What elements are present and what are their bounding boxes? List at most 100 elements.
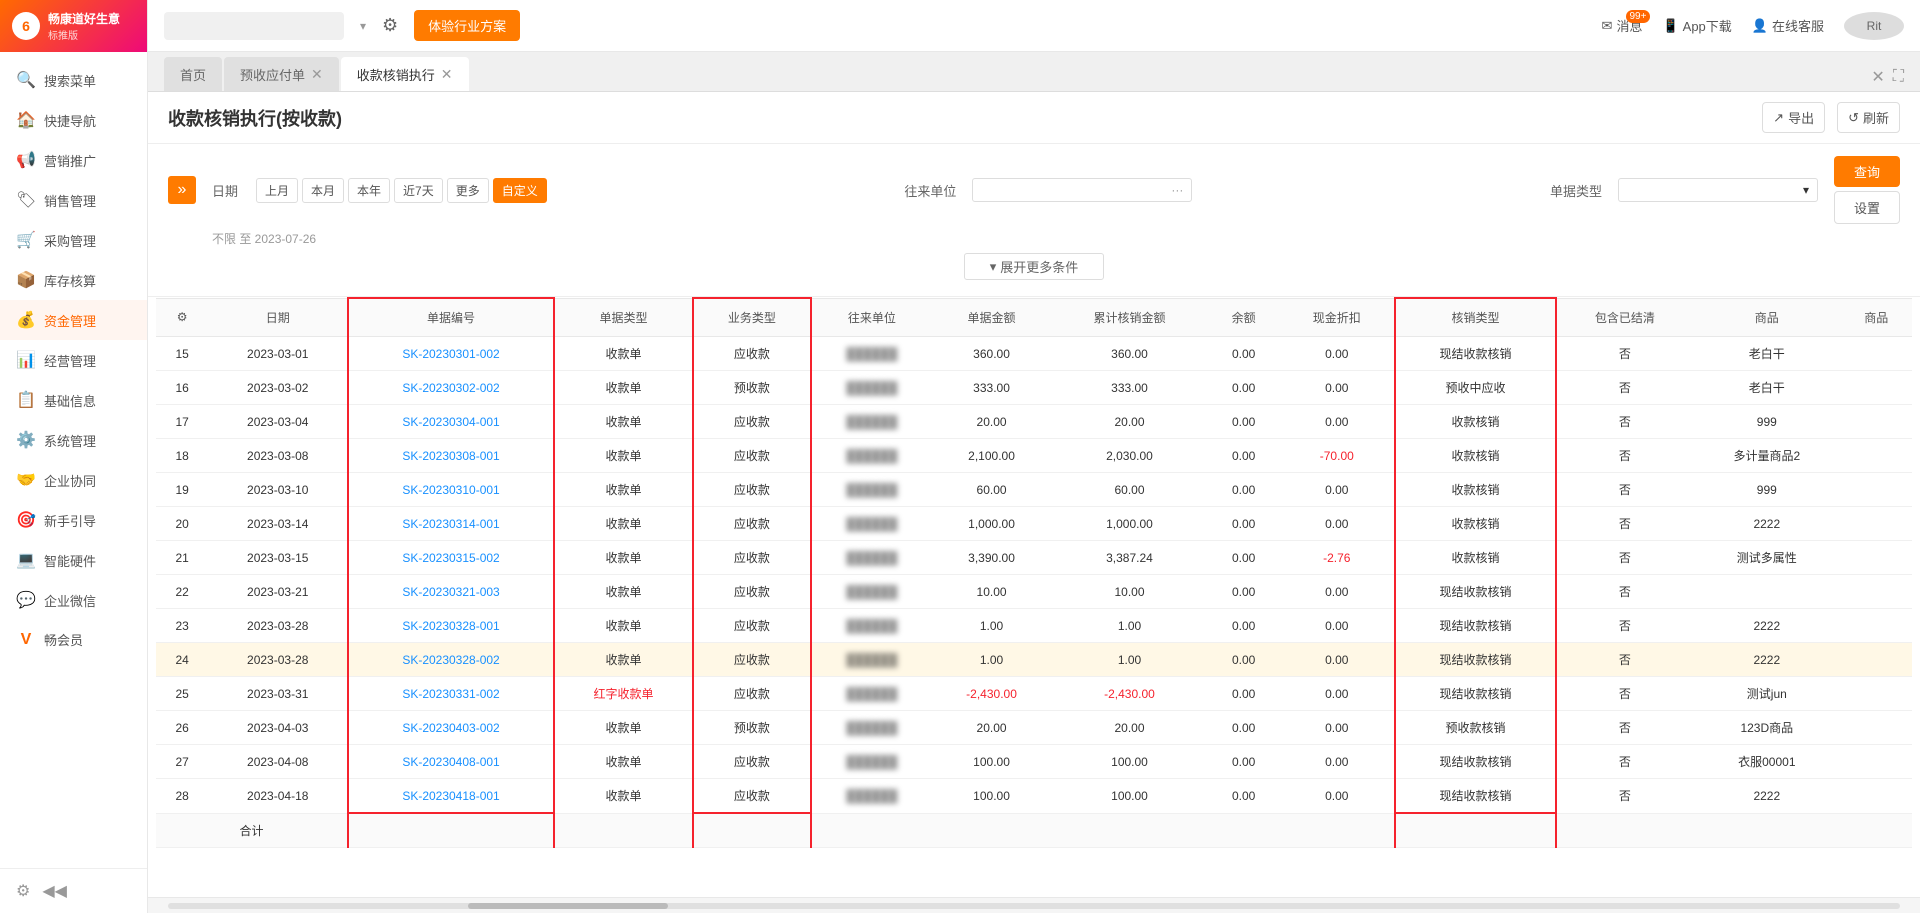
online-service-button[interactable]: 👤 在线客服 <box>1752 16 1824 35</box>
tab-verify[interactable]: 收款核销执行 ✕ <box>341 57 469 91</box>
cell-doc-no[interactable]: SK-20230403-002 <box>348 711 554 745</box>
filter-settings-button[interactable]: 设置 <box>1834 191 1900 224</box>
cell-partner: ██████ <box>811 609 932 643</box>
col-header-settings[interactable]: ⚙ <box>156 298 208 337</box>
refresh-label: 刷新 <box>1863 108 1889 127</box>
cell-product: 999 <box>1693 473 1840 507</box>
scrollbar-thumb[interactable] <box>468 903 668 909</box>
cell-balance: 0.00 <box>1208 609 1279 643</box>
collapse-icon[interactable]: ◀◀ <box>42 881 67 901</box>
sidebar-item-enterprise[interactable]: 🤝 企业协同 <box>0 460 147 500</box>
date-btn-more[interactable]: 更多 <box>447 178 489 203</box>
cell-include-clear: 否 <box>1556 677 1693 711</box>
home-icon: 🏠 <box>16 110 36 130</box>
sidebar-item-nav[interactable]: 🏠 快捷导航 <box>0 100 147 140</box>
cell-doc-type: 收款单 <box>554 575 693 609</box>
date-btn-this-month[interactable]: 本月 <box>302 178 344 203</box>
doc-type-filter-select[interactable]: ▾ <box>1618 178 1818 202</box>
cell-doc-no[interactable]: SK-20230321-003 <box>348 575 554 609</box>
filter-row-2: 不限 至 2023-07-26 <box>168 230 1900 247</box>
cell-doc-type: 红字收款单 <box>554 677 693 711</box>
cell-doc-no[interactable]: SK-20230328-002 <box>348 643 554 677</box>
cell-product2 <box>1841 541 1912 575</box>
refresh-button[interactable]: ↺ 刷新 <box>1837 102 1900 133</box>
sidebar-item-operation[interactable]: 📊 经营管理 <box>0 340 147 380</box>
cell-product2 <box>1841 643 1912 677</box>
query-button[interactable]: 查询 <box>1834 156 1900 187</box>
cell-doc-type: 收款单 <box>554 405 693 439</box>
filter-expand-icon[interactable]: » <box>168 176 196 204</box>
date-btn-7days[interactable]: 近7天 <box>394 178 443 203</box>
date-btn-custom[interactable]: 自定义 <box>493 178 547 203</box>
tab-prepay-close[interactable]: ✕ <box>311 66 323 83</box>
sidebar-item-basic[interactable]: 📋 基础信息 <box>0 380 147 420</box>
topbar-search-input[interactable] <box>172 19 336 33</box>
sidebar-item-purchase[interactable]: 🛒 采购管理 <box>0 220 147 260</box>
cell-include-clear: 否 <box>1556 337 1693 371</box>
tab-close-all-icon[interactable]: ✕ <box>1871 67 1884 87</box>
table-row: 182023-03-08SK-20230308-001收款单应收款██████2… <box>156 439 1912 473</box>
cell-discount: -2.76 <box>1279 541 1395 575</box>
footer-verify-type <box>1395 813 1556 847</box>
cell-idx: 23 <box>156 609 208 643</box>
tab-expand-icon[interactable]: ⛶ <box>1893 68 1904 86</box>
sidebar-item-finance[interactable]: 💰 资金管理 <box>0 300 147 340</box>
topbar-search-bar[interactable] <box>164 12 344 40</box>
cell-doc-no[interactable]: SK-20230328-001 <box>348 609 554 643</box>
message-button[interactable]: ✉ 消息 99+ <box>1602 16 1643 35</box>
industry-solution-button[interactable]: 体验行业方案 <box>414 10 520 41</box>
cell-doc-no[interactable]: SK-20230315-002 <box>348 541 554 575</box>
tab-verify-label: 收款核销执行 <box>357 65 435 84</box>
cell-doc-no[interactable]: SK-20230310-001 <box>348 473 554 507</box>
cell-doc-type: 收款单 <box>554 439 693 473</box>
settings-bottom-icon[interactable]: ⚙ <box>16 881 30 901</box>
cell-doc-no[interactable]: SK-20230302-002 <box>348 371 554 405</box>
partner-filter-input[interactable]: ··· <box>972 178 1192 202</box>
sidebar-item-hardware[interactable]: 💻 智能硬件 <box>0 540 147 580</box>
sidebar-item-sales[interactable]: 🏷 销售管理 <box>0 180 147 220</box>
sidebar-item-label: 新手引导 <box>44 511 96 530</box>
sidebar-item-guide[interactable]: 🎯 新手引导 <box>0 500 147 540</box>
hardware-icon: 💻 <box>16 550 36 570</box>
app-download-button[interactable]: 📱 App下载 <box>1662 16 1731 35</box>
cell-doc-no[interactable]: SK-20230301-002 <box>348 337 554 371</box>
cell-product: 衣服00001 <box>1693 745 1840 779</box>
cell-doc-no[interactable]: SK-20230331-002 <box>348 677 554 711</box>
cell-balance: 0.00 <box>1208 405 1279 439</box>
app-icon: 📱 <box>1662 18 1678 34</box>
footer-amount <box>932 813 1051 847</box>
cell-product: 老白干 <box>1693 337 1840 371</box>
cell-amount: 20.00 <box>932 711 1051 745</box>
date-btn-this-year[interactable]: 本年 <box>348 178 390 203</box>
gear-icon[interactable]: ⚙ <box>382 15 398 36</box>
cell-product2 <box>1841 371 1912 405</box>
cell-doc-no[interactable]: SK-20230304-001 <box>348 405 554 439</box>
cell-idx: 15 <box>156 337 208 371</box>
message-icon: ✉ <box>1602 18 1613 34</box>
tab-home[interactable]: 首页 <box>164 57 222 91</box>
cell-amount: 1,000.00 <box>932 507 1051 541</box>
sidebar-item-system[interactable]: ⚙️ 系统管理 <box>0 420 147 460</box>
col-header-doc-type: 单据类型 <box>554 298 693 337</box>
export-icon: ↗ <box>1773 110 1784 126</box>
cell-date: 2023-03-14 <box>208 507 348 541</box>
date-btn-last-month[interactable]: 上月 <box>256 178 298 203</box>
cell-doc-no[interactable]: SK-20230408-001 <box>348 745 554 779</box>
sidebar-item-member[interactable]: V 畅会员 <box>0 620 147 659</box>
expand-more-button[interactable]: ▾ 展开更多条件 <box>964 253 1104 280</box>
tab-prepay[interactable]: 预收应付单 ✕ <box>224 57 339 91</box>
sidebar-item-search[interactable]: 🔍 搜索菜单 <box>0 60 147 100</box>
cell-doc-no[interactable]: SK-20230308-001 <box>348 439 554 473</box>
cell-doc-no[interactable]: SK-20230418-001 <box>348 779 554 814</box>
purchase-icon: 🛒 <box>16 230 36 250</box>
sidebar-item-label: 企业协同 <box>44 471 96 490</box>
sidebar-item-marketing[interactable]: 📢 营销推广 <box>0 140 147 180</box>
user-avatar[interactable]: Rit <box>1844 12 1904 40</box>
sidebar-item-wechat[interactable]: 💬 企业微信 <box>0 580 147 620</box>
table-area: ⚙ 日期 单据编号 单据类型 业务类型 往来单位 单据金额 累计核销金额 余额 … <box>148 297 1920 897</box>
cell-doc-no[interactable]: SK-20230314-001 <box>348 507 554 541</box>
tab-verify-close[interactable]: ✕ <box>441 66 453 83</box>
cell-partner: ██████ <box>811 405 932 439</box>
sidebar-item-inventory[interactable]: 📦 库存核算 <box>0 260 147 300</box>
export-button[interactable]: ↗ 导出 <box>1762 102 1825 133</box>
